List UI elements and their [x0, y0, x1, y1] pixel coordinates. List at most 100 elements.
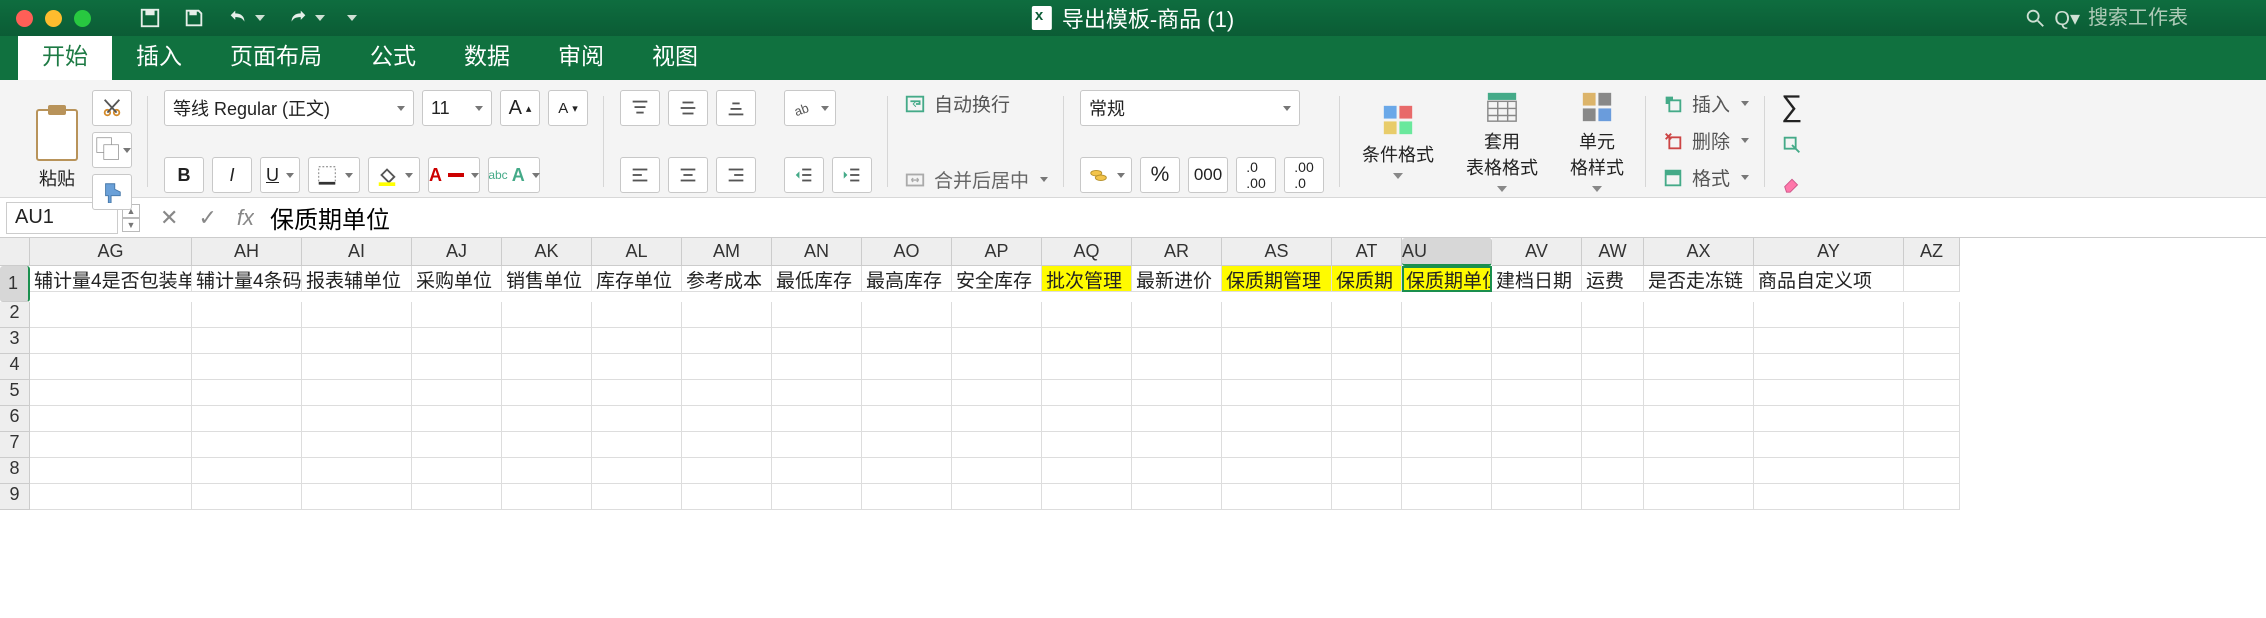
cell-AY6[interactable] — [1754, 406, 1904, 432]
cell-AY9[interactable] — [1754, 484, 1904, 510]
cell-AL2[interactable] — [592, 302, 682, 328]
cell-AM6[interactable] — [682, 406, 772, 432]
cell-AR7[interactable] — [1132, 432, 1222, 458]
cell-AW1[interactable]: 运费 — [1582, 266, 1644, 292]
cell-AT9[interactable] — [1332, 484, 1402, 510]
cell-AP4[interactable] — [952, 354, 1042, 380]
align-right-button[interactable] — [716, 157, 756, 193]
fx-enter[interactable]: ✓ — [198, 205, 216, 231]
search-input[interactable] — [2088, 7, 2248, 30]
cell-AJ1[interactable]: 采购单位 — [412, 266, 502, 292]
align-middle-button[interactable] — [668, 90, 708, 126]
cell-AT5[interactable] — [1332, 380, 1402, 406]
cell-AU1[interactable]: 保质期单位 — [1402, 266, 1492, 292]
cell-AS5[interactable] — [1222, 380, 1332, 406]
align-left-button[interactable] — [620, 157, 660, 193]
wrap-text-button[interactable]: 自动换行 — [904, 90, 1048, 117]
cut-button[interactable] — [92, 90, 132, 126]
cell-AV9[interactable] — [1492, 484, 1582, 510]
cell-AM2[interactable] — [682, 302, 772, 328]
cell-AP1[interactable]: 安全库存 — [952, 266, 1042, 292]
search-box[interactable]: Q▾ — [2024, 6, 2248, 31]
cell-AG8[interactable] — [30, 458, 192, 484]
tab-layout[interactable]: 页面布局 — [206, 29, 346, 80]
cell-AH9[interactable] — [192, 484, 302, 510]
cell-AR6[interactable] — [1132, 406, 1222, 432]
cell-AK1[interactable]: 销售单位 — [502, 266, 592, 292]
cell-AI1[interactable]: 报表辅单位 — [302, 266, 412, 292]
cell-AK5[interactable] — [502, 380, 592, 406]
cell-AT7[interactable] — [1332, 432, 1402, 458]
cell-AI3[interactable] — [302, 328, 412, 354]
cell-AS1[interactable]: 保质期管理 — [1222, 266, 1332, 292]
conditional-format-button[interactable]: 条件格式 — [1356, 103, 1440, 179]
cell-AI5[interactable] — [302, 380, 412, 406]
col-header-AM[interactable]: AM — [682, 238, 772, 266]
cell-AP9[interactable] — [952, 484, 1042, 510]
col-header-AW[interactable]: AW — [1582, 238, 1644, 266]
row-header-8[interactable]: 8 — [0, 458, 30, 484]
cell-AU5[interactable] — [1402, 380, 1492, 406]
cell-AO1[interactable]: 最高库存 — [862, 266, 952, 292]
cell-AW2[interactable] — [1582, 302, 1644, 328]
cell-AT8[interactable] — [1332, 458, 1402, 484]
cell-AM5[interactable] — [682, 380, 772, 406]
cell-AN9[interactable] — [772, 484, 862, 510]
col-header-AS[interactable]: AS — [1222, 238, 1332, 266]
cell-AX8[interactable] — [1644, 458, 1754, 484]
cell-AW9[interactable] — [1582, 484, 1644, 510]
fx-cancel[interactable]: ✕ — [160, 205, 178, 231]
col-header-AX[interactable]: AX — [1644, 238, 1754, 266]
cell-AY7[interactable] — [1754, 432, 1904, 458]
cell-AZ6[interactable] — [1904, 406, 1960, 432]
cell-AK7[interactable] — [502, 432, 592, 458]
cell-AY2[interactable] — [1754, 302, 1904, 328]
format-as-table-button[interactable]: 套用 表格格式 — [1460, 90, 1544, 192]
cell-AN8[interactable] — [772, 458, 862, 484]
cell-AS2[interactable] — [1222, 302, 1332, 328]
cell-AL8[interactable] — [592, 458, 682, 484]
cell-AI2[interactable] — [302, 302, 412, 328]
cell-AP6[interactable] — [952, 406, 1042, 432]
cell-AK4[interactable] — [502, 354, 592, 380]
cell-AZ8[interactable] — [1904, 458, 1960, 484]
cell-AQ4[interactable] — [1042, 354, 1132, 380]
cell-AY4[interactable] — [1754, 354, 1904, 380]
cell-AX5[interactable] — [1644, 380, 1754, 406]
cell-AZ1[interactable] — [1904, 266, 1960, 292]
align-center-button[interactable] — [668, 157, 708, 193]
phonetic-button[interactable]: abcA — [488, 157, 540, 193]
cell-AP3[interactable] — [952, 328, 1042, 354]
currency-button[interactable] — [1080, 157, 1132, 193]
tab-formula[interactable]: 公式 — [346, 29, 440, 80]
cell-AX3[interactable] — [1644, 328, 1754, 354]
cell-AL1[interactable]: 库存单位 — [592, 266, 682, 292]
cell-AK3[interactable] — [502, 328, 592, 354]
cell-AH3[interactable] — [192, 328, 302, 354]
row-header-1[interactable]: 1 — [0, 266, 30, 302]
cell-AR2[interactable] — [1132, 302, 1222, 328]
col-header-AT[interactable]: AT — [1332, 238, 1402, 266]
cell-AV7[interactable] — [1492, 432, 1582, 458]
cell-AG4[interactable] — [30, 354, 192, 380]
decrease-font-button[interactable]: A▾ — [548, 90, 588, 126]
zoom-window[interactable] — [74, 10, 91, 27]
cell-AM3[interactable] — [682, 328, 772, 354]
cell-AN6[interactable] — [772, 406, 862, 432]
cell-AJ2[interactable] — [412, 302, 502, 328]
cell-AT1[interactable]: 保质期 — [1332, 266, 1402, 292]
cell-AJ6[interactable] — [412, 406, 502, 432]
cell-AU2[interactable] — [1402, 302, 1492, 328]
cell-AQ3[interactable] — [1042, 328, 1132, 354]
cell-AJ4[interactable] — [412, 354, 502, 380]
cell-AW3[interactable] — [1582, 328, 1644, 354]
tab-insert[interactable]: 插入 — [112, 29, 206, 80]
cell-AG3[interactable] — [30, 328, 192, 354]
cell-AW5[interactable] — [1582, 380, 1644, 406]
cell-AM1[interactable]: 参考成本 — [682, 266, 772, 292]
cell-AJ3[interactable] — [412, 328, 502, 354]
cell-AR4[interactable] — [1132, 354, 1222, 380]
cell-AI8[interactable] — [302, 458, 412, 484]
cell-AZ9[interactable] — [1904, 484, 1960, 510]
cell-AV8[interactable] — [1492, 458, 1582, 484]
